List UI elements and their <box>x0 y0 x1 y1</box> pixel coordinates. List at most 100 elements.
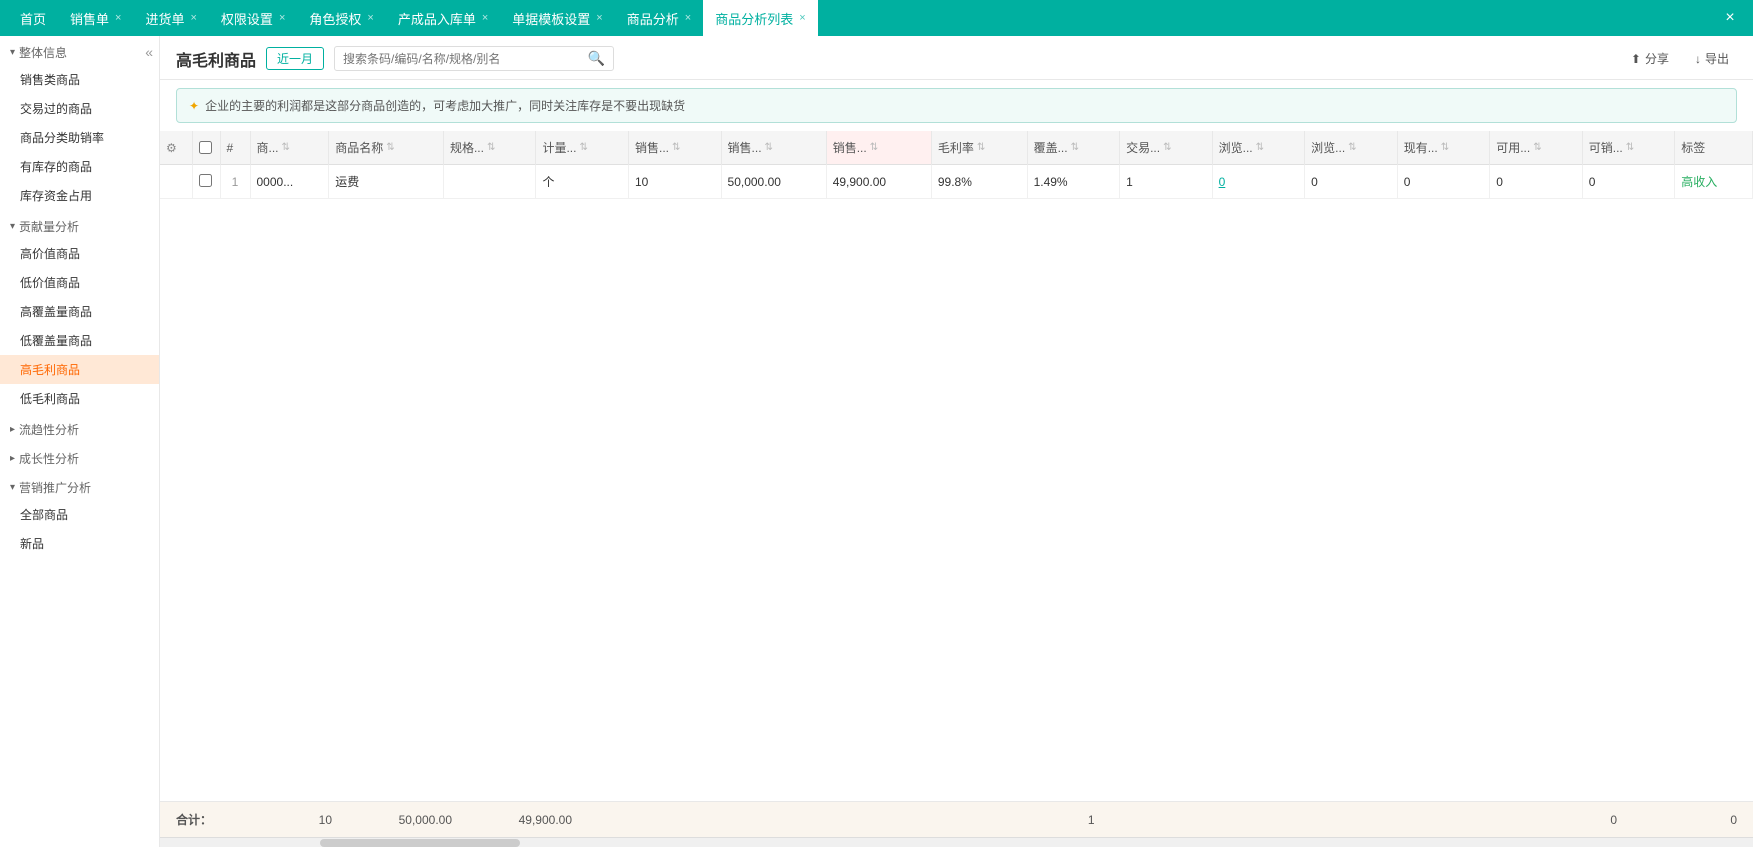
sidebar-item-all-goods[interactable]: 全部商品 <box>0 500 159 529</box>
info-icon: ✦ <box>189 99 199 113</box>
sidebar-item-high-margin[interactable]: 高毛利商品 <box>0 355 159 384</box>
sidebar-item-stock-capital[interactable]: 库存资金占用 <box>0 181 159 210</box>
cell-view2: 0 <box>1305 165 1398 199</box>
sidebar-item-category-sales-rate[interactable]: 商品分类助销率 <box>0 123 159 152</box>
sidebar-group-contribution[interactable]: ▾ 贡献量分析 <box>0 210 159 239</box>
col-view1[interactable]: 浏览... ⇅ <box>1212 131 1305 165</box>
row-checkbox[interactable] <box>199 174 212 187</box>
content-area: 高毛利商品 近一月 🔍 ⬆ 分享 ↓ 导出 ✦ 企业的主要的利润都是这部分商品创… <box>160 36 1753 847</box>
settings-icon[interactable]: ⚙ <box>166 141 177 155</box>
sidebar-group-marketing[interactable]: ▾ 营销推广分析 <box>0 471 159 500</box>
col-code[interactable]: 商... ⇅ <box>250 131 329 165</box>
sort-icon: ⇅ <box>1071 142 1079 153</box>
col-gross-margin[interactable]: 毛利率 ⇅ <box>931 131 1027 165</box>
nav-product-analysis[interactable]: 商品分析 × <box>615 0 703 36</box>
close-icon[interactable]: × <box>596 12 602 24</box>
time-filter-button[interactable]: 近一月 <box>266 47 324 70</box>
top-navigation: 首页 销售单 × 进货单 × 权限设置 × 角色授权 × 产成品入库单 × 单据… <box>0 0 1753 36</box>
cell-spec <box>443 165 536 199</box>
col-num: # <box>220 131 250 165</box>
close-icon[interactable]: × <box>279 12 285 24</box>
cell-tag: 高收入 <box>1675 165 1753 199</box>
close-icon[interactable]: × <box>799 12 805 24</box>
nav-home[interactable]: 首页 <box>8 0 58 36</box>
sidebar-item-sales-goods[interactable]: 销售类商品 <box>0 65 159 94</box>
sidebar-item-high-value[interactable]: 高价值商品 <box>0 239 159 268</box>
close-icon[interactable]: × <box>367 12 373 24</box>
sidebar-item-low-coverage[interactable]: 低覆盖量商品 <box>0 326 159 355</box>
select-all-checkbox[interactable] <box>199 141 212 154</box>
close-icon[interactable]: × <box>190 12 196 24</box>
sort-icon: ⇅ <box>1626 142 1634 153</box>
sidebar-group-trend[interactable]: ▸ 流趋性分析 <box>0 413 159 442</box>
sidebar-item-new-goods[interactable]: 新品 <box>0 529 159 558</box>
footer-sales-amount: 50,000.00 <box>372 813 452 827</box>
cell-unit: 个 <box>536 165 629 199</box>
share-button[interactable]: ⬆ 分享 <box>1623 46 1677 71</box>
col-unit[interactable]: 计量... ⇅ <box>536 131 629 165</box>
export-icon: ↓ <box>1695 52 1701 66</box>
nav-permission-settings[interactable]: 权限设置 × <box>209 0 297 36</box>
view1-link[interactable]: 0 <box>1219 175 1226 189</box>
table-wrapper: ⚙ # 商... <box>160 131 1753 801</box>
cell-view1[interactable]: 0 <box>1212 165 1305 199</box>
arrow-down-icon: ▾ <box>10 221 15 232</box>
footer-current-stock: 0 <box>1537 813 1617 827</box>
close-icon[interactable]: × <box>115 12 121 24</box>
scrollbar-thumb[interactable] <box>320 839 520 847</box>
nav-sales-order[interactable]: 销售单 × <box>58 0 133 36</box>
arrow-right-icon: ▸ <box>10 424 15 435</box>
footer-sales-cost: 49,900.00 <box>492 813 572 827</box>
data-table: ⚙ # 商... <box>160 131 1753 199</box>
sidebar-item-traded-goods[interactable]: 交易过的商品 <box>0 94 159 123</box>
close-icon[interactable]: × <box>482 12 488 24</box>
col-name[interactable]: 商品名称 ⇅ <box>329 131 444 165</box>
footer-label: 合计： <box>176 811 212 828</box>
col-sales-qty[interactable]: 销售... ⇅ <box>629 131 722 165</box>
close-icon[interactable]: × <box>685 12 691 24</box>
cell-coverage: 1.49% <box>1027 165 1120 199</box>
table-row: 1 0000... 运费 个 10 50,000.00 49,900.00 99… <box>160 165 1753 199</box>
export-button[interactable]: ↓ 导出 <box>1687 46 1737 71</box>
col-checkbox <box>192 131 220 165</box>
cell-sales-cost: 49,900.00 <box>826 165 931 199</box>
arrow-down-icon: ▾ <box>10 482 15 493</box>
sidebar-item-low-value[interactable]: 低价值商品 <box>0 268 159 297</box>
col-view2[interactable]: 浏览... ⇅ <box>1305 131 1398 165</box>
sort-icon: ⇅ <box>487 142 495 153</box>
sort-icon: ⇅ <box>1348 142 1356 153</box>
col-spec[interactable]: 规格... ⇅ <box>443 131 536 165</box>
nav-template-settings[interactable]: 单据模板设置 × <box>500 0 614 36</box>
sidebar-group-overall[interactable]: ▾ 整体信息 <box>0 36 159 65</box>
search-icon[interactable]: 🔍 <box>588 50 605 67</box>
cell-sales-qty: 10 <box>629 165 722 199</box>
nav-role-auth[interactable]: 角色授权 × <box>297 0 385 36</box>
content-header: 高毛利商品 近一月 🔍 ⬆ 分享 ↓ 导出 <box>160 36 1753 80</box>
col-available-stock[interactable]: 可用... ⇅ <box>1490 131 1583 165</box>
nav-product-analysis-list[interactable]: 商品分析列表 × <box>703 0 817 36</box>
sort-icon: ⇅ <box>1441 142 1449 153</box>
col-settings[interactable]: ⚙ <box>160 131 192 165</box>
col-current-stock[interactable]: 现有... ⇅ <box>1397 131 1490 165</box>
sidebar-collapse-button[interactable]: « <box>145 44 153 60</box>
col-saleable-stock[interactable]: 可销... ⇅ <box>1582 131 1675 165</box>
col-coverage[interactable]: 覆盖... ⇅ <box>1027 131 1120 165</box>
search-box: 🔍 <box>334 46 614 71</box>
col-transaction[interactable]: 交易... ⇅ <box>1120 131 1213 165</box>
cell-current-stock: 0 <box>1397 165 1490 199</box>
close-window-button[interactable]: × <box>1715 3 1745 33</box>
nav-purchase-order[interactable]: 进货单 × <box>133 0 208 36</box>
footer-available-stock: 0 <box>1657 813 1737 827</box>
horizontal-scrollbar[interactable] <box>160 837 1753 847</box>
col-tag: 标签 <box>1675 131 1753 165</box>
search-input[interactable] <box>343 52 588 66</box>
sort-icon: ⇅ <box>282 142 290 153</box>
nav-product-inbound[interactable]: 产成品入库单 × <box>386 0 500 36</box>
sidebar-group-growth[interactable]: ▸ 成长性分析 <box>0 442 159 471</box>
col-sales-cost[interactable]: 销售... ⇅ <box>826 131 931 165</box>
sidebar-item-in-stock-goods[interactable]: 有库存的商品 <box>0 152 159 181</box>
sidebar-item-low-margin[interactable]: 低毛利商品 <box>0 384 159 413</box>
sidebar-item-high-coverage[interactable]: 高覆盖量商品 <box>0 297 159 326</box>
cell-num: 1 <box>220 165 250 199</box>
col-sales-amount[interactable]: 销售... ⇅ <box>721 131 826 165</box>
